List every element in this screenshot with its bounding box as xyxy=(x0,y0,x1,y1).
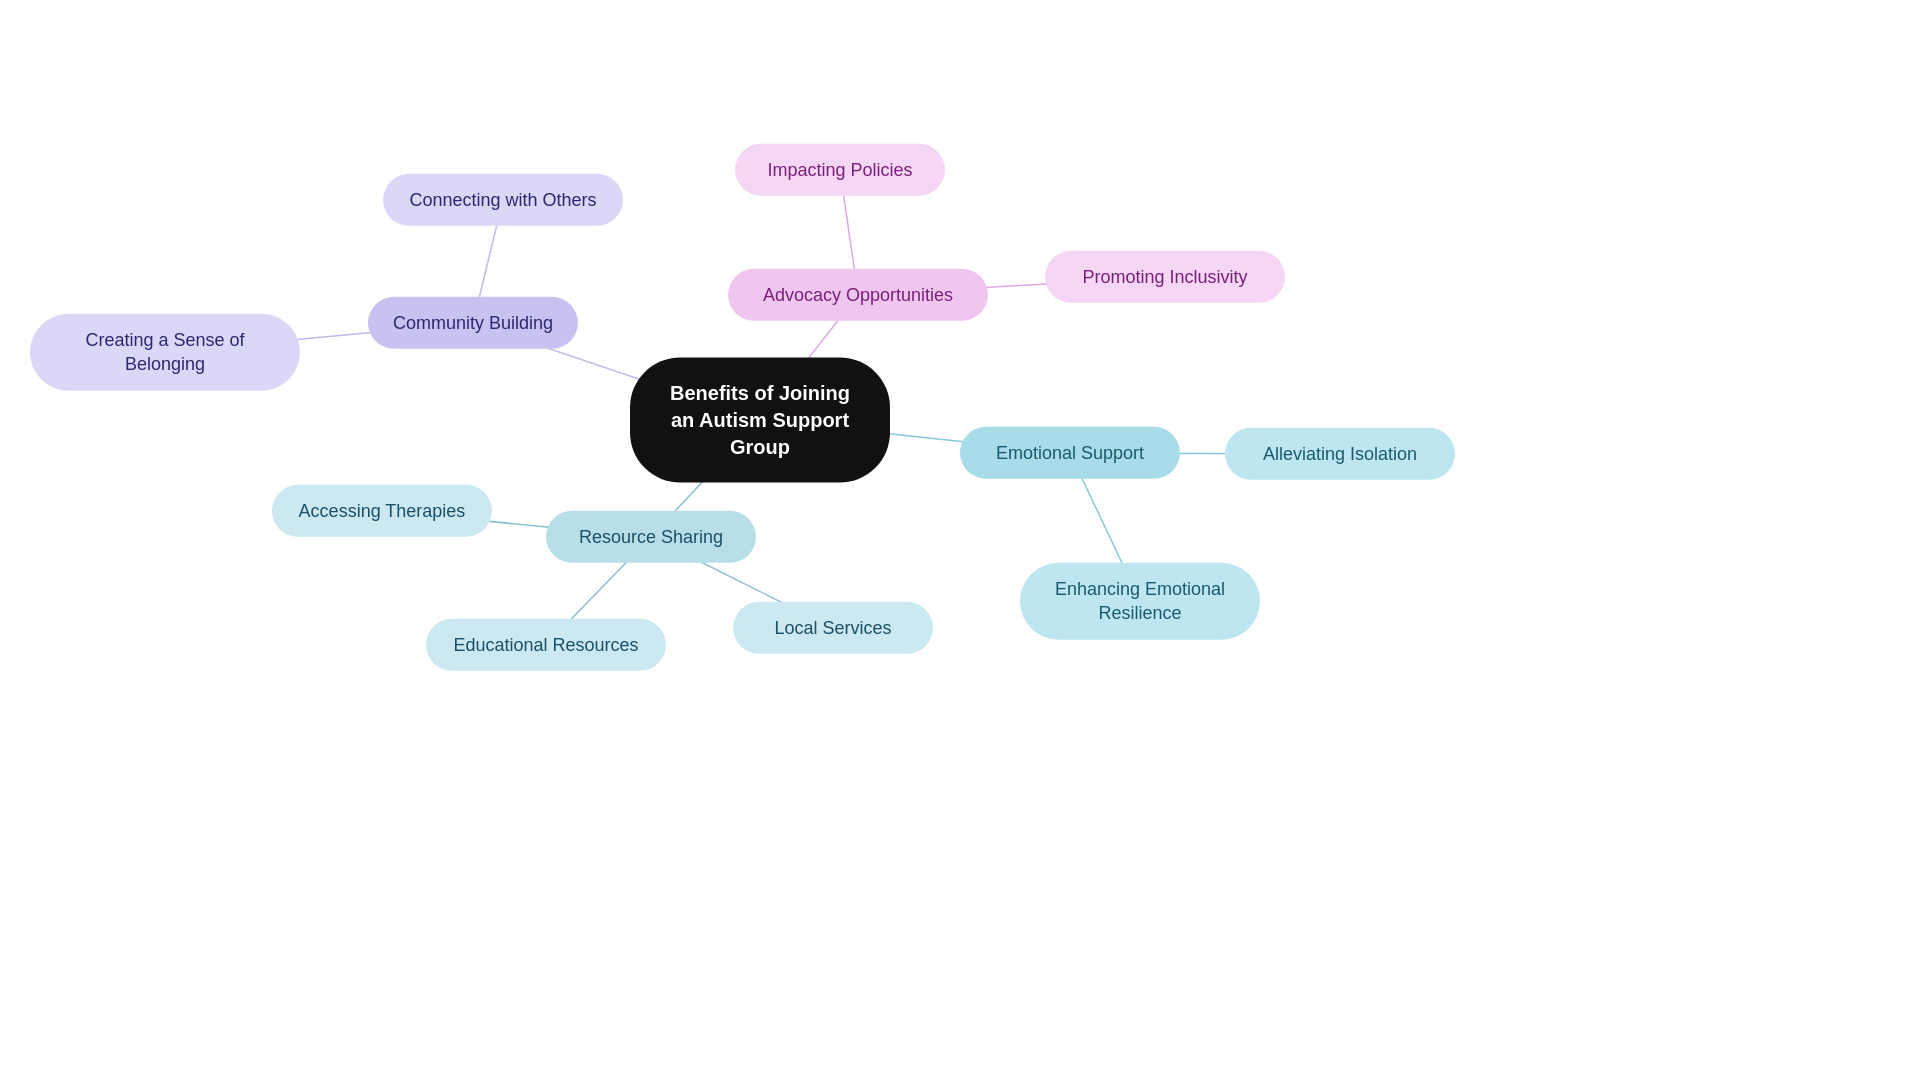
advocacy-opportunities-label: Advocacy Opportunities xyxy=(763,283,953,307)
educational-resources-label: Educational Resources xyxy=(453,633,638,657)
community-building-label: Community Building xyxy=(393,311,553,335)
connections-svg xyxy=(0,0,1920,1083)
connecting-with-others-label: Connecting with Others xyxy=(409,188,596,212)
promoting-inclusivity-node[interactable]: Promoting Inclusivity xyxy=(1045,251,1285,303)
resource-sharing-label: Resource Sharing xyxy=(579,525,723,549)
mindmap-container: Benefits of Joining an Autism Support Gr… xyxy=(0,0,1920,1083)
educational-resources-node[interactable]: Educational Resources xyxy=(426,619,666,671)
community-building-node[interactable]: Community Building xyxy=(368,297,578,349)
local-services-label: Local Services xyxy=(774,616,891,640)
enhancing-emotional-resilience-label: Enhancing Emotional Resilience xyxy=(1044,577,1236,626)
enhancing-emotional-resilience-node[interactable]: Enhancing Emotional Resilience xyxy=(1020,563,1260,640)
creating-sense-belonging-node[interactable]: Creating a Sense of Belonging xyxy=(30,314,300,391)
center-node-label: Benefits of Joining an Autism Support Gr… xyxy=(658,380,862,461)
resource-sharing-node[interactable]: Resource Sharing xyxy=(546,511,756,563)
center-node[interactable]: Benefits of Joining an Autism Support Gr… xyxy=(630,358,890,483)
local-services-node[interactable]: Local Services xyxy=(733,602,933,654)
impacting-policies-label: Impacting Policies xyxy=(767,158,912,182)
advocacy-opportunities-node[interactable]: Advocacy Opportunities xyxy=(728,269,988,321)
creating-sense-belonging-label: Creating a Sense of Belonging xyxy=(54,328,276,377)
accessing-therapies-node[interactable]: Accessing Therapies xyxy=(272,485,492,537)
emotional-support-node[interactable]: Emotional Support xyxy=(960,427,1180,479)
emotional-support-label: Emotional Support xyxy=(996,441,1144,465)
alleviating-isolation-label: Alleviating Isolation xyxy=(1263,442,1417,466)
accessing-therapies-label: Accessing Therapies xyxy=(299,499,466,523)
impacting-policies-node[interactable]: Impacting Policies xyxy=(735,144,945,196)
promoting-inclusivity-label: Promoting Inclusivity xyxy=(1082,265,1247,289)
connecting-with-others-node[interactable]: Connecting with Others xyxy=(383,174,623,226)
alleviating-isolation-node[interactable]: Alleviating Isolation xyxy=(1225,428,1455,480)
